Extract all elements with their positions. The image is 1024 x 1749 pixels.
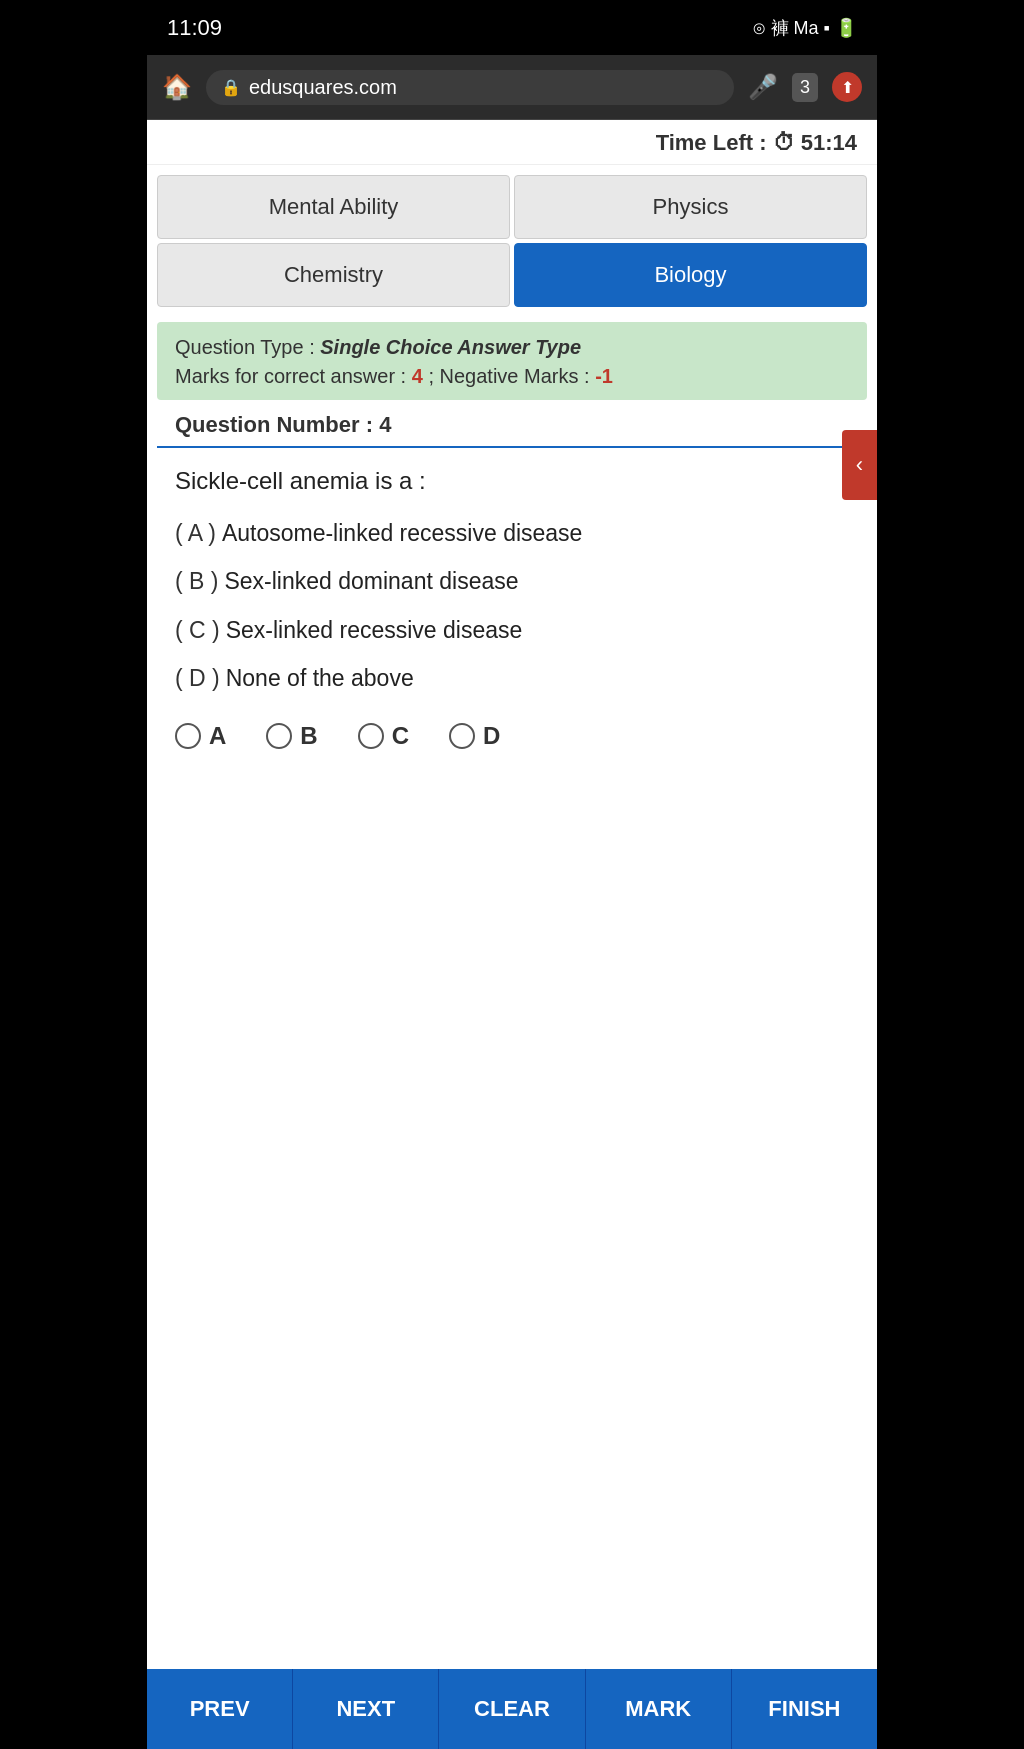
option-b: ( B ) Sex-linked dominant disease xyxy=(175,564,849,599)
question-type-value: Single Choice Answer Type xyxy=(320,336,581,358)
radio-option-a[interactable]: A xyxy=(175,722,226,750)
radio-circle-b xyxy=(266,723,292,749)
browser-action-red-button[interactable]: ⬆ xyxy=(832,72,862,102)
status-bar: 11:09 ⊙ 褲 Ma ▪ 🔋 xyxy=(147,0,877,55)
option-a-text: Autosome-linked recessive disease xyxy=(222,516,583,551)
question-info-banner: Question Type : Single Choice Answer Typ… xyxy=(157,322,867,400)
option-a-label: ( A ) xyxy=(175,516,216,551)
radio-option-d[interactable]: D xyxy=(449,722,500,750)
question-number-value: 4 xyxy=(379,412,391,437)
question-number-bar: Question Number : 4 xyxy=(157,400,867,448)
url-text: edusquares.com xyxy=(249,76,397,99)
option-d: ( D ) None of the above xyxy=(175,661,849,696)
radio-option-c[interactable]: C xyxy=(358,722,409,750)
tab-biology[interactable]: Biology xyxy=(514,243,867,307)
browser-bar: 🏠 🔒 edusquares.com 🎤 3 ⬆ xyxy=(147,55,877,120)
next-button[interactable]: NEXT xyxy=(293,1669,439,1749)
timer-value: 51:14 xyxy=(801,130,857,155)
question-type-prefix: Question Type : xyxy=(175,336,315,358)
marks-value: 4 xyxy=(412,365,423,387)
neg-marks-label: ; Negative Marks : xyxy=(428,365,589,387)
tab-count-button[interactable]: 3 xyxy=(792,73,818,102)
radio-circle-d xyxy=(449,723,475,749)
tab-physics[interactable]: Physics xyxy=(514,175,867,239)
option-d-text: None of the above xyxy=(226,661,414,696)
clear-button[interactable]: CLEAR xyxy=(439,1669,585,1749)
question-marks-line: Marks for correct answer : 4 ; Negative … xyxy=(175,365,849,388)
radio-circle-c xyxy=(358,723,384,749)
radio-label-a: A xyxy=(209,722,226,750)
options-list: ( A ) Autosome-linked recessive disease … xyxy=(157,508,867,704)
content-inner: Question Type : Single Choice Answer Typ… xyxy=(147,312,877,1048)
radio-options-row: A B C D xyxy=(157,704,867,768)
timer-clock-icon: ⏱ xyxy=(773,130,795,155)
browser-url-bar[interactable]: 🔒 edusquares.com xyxy=(206,70,734,105)
mic-icon[interactable]: 🎤 xyxy=(748,73,778,101)
status-time: 11:09 xyxy=(167,15,222,41)
tab-chemistry[interactable]: Chemistry xyxy=(157,243,510,307)
footer-buttons: PREV NEXT CLEAR MARK FINISH xyxy=(147,1669,877,1749)
question-text: Sickle-cell anemia is a : xyxy=(157,448,867,508)
question-number-label: Question Number : xyxy=(175,412,373,437)
finish-button[interactable]: FINISH xyxy=(732,1669,877,1749)
option-b-text: Sex-linked dominant disease xyxy=(224,564,518,599)
home-icon[interactable]: 🏠 xyxy=(162,73,192,101)
question-number-text: Question Number : 4 xyxy=(175,412,391,437)
tab-mental-ability[interactable]: Mental Ability xyxy=(157,175,510,239)
timer-bar: Time Left : ⏱ 51:14 xyxy=(147,120,877,165)
option-a: ( A ) Autosome-linked recessive disease xyxy=(175,516,849,551)
content-area: Time Left : ⏱ 51:14 Mental Ability Physi… xyxy=(147,120,877,1749)
phone-frame: 11:09 ⊙ 褲 Ma ▪ 🔋 🏠 🔒 edusquares.com 🎤 3 … xyxy=(147,0,877,1749)
option-c: ( C ) Sex-linked recessive disease xyxy=(175,613,849,648)
timer-label: Time Left : xyxy=(656,130,767,155)
lock-icon: 🔒 xyxy=(221,78,241,97)
option-d-label: ( D ) xyxy=(175,661,220,696)
radio-option-b[interactable]: B xyxy=(266,722,317,750)
option-c-text: Sex-linked recessive disease xyxy=(226,613,523,648)
neg-marks-value: -1 xyxy=(595,365,613,387)
prev-button[interactable]: PREV xyxy=(147,1669,293,1749)
question-type-line: Question Type : Single Choice Answer Typ… xyxy=(175,336,849,359)
radio-label-d: D xyxy=(483,722,500,750)
marks-label: Marks for correct answer : xyxy=(175,365,406,387)
signal-icons: ⊙ 褲 Ma ▪ 🔋 xyxy=(752,16,857,40)
collapse-panel-button[interactable]: ‹ xyxy=(842,430,877,500)
option-b-label: ( B ) xyxy=(175,564,218,599)
radio-label-c: C xyxy=(392,722,409,750)
radio-circle-a xyxy=(175,723,201,749)
radio-label-b: B xyxy=(300,722,317,750)
option-c-label: ( C ) xyxy=(175,613,220,648)
content-spacer xyxy=(147,768,877,968)
mark-button[interactable]: MARK xyxy=(586,1669,732,1749)
status-icons: ⊙ 褲 Ma ▪ 🔋 xyxy=(752,16,857,40)
subject-tabs: Mental Ability Physics Chemistry Biology xyxy=(147,165,877,312)
